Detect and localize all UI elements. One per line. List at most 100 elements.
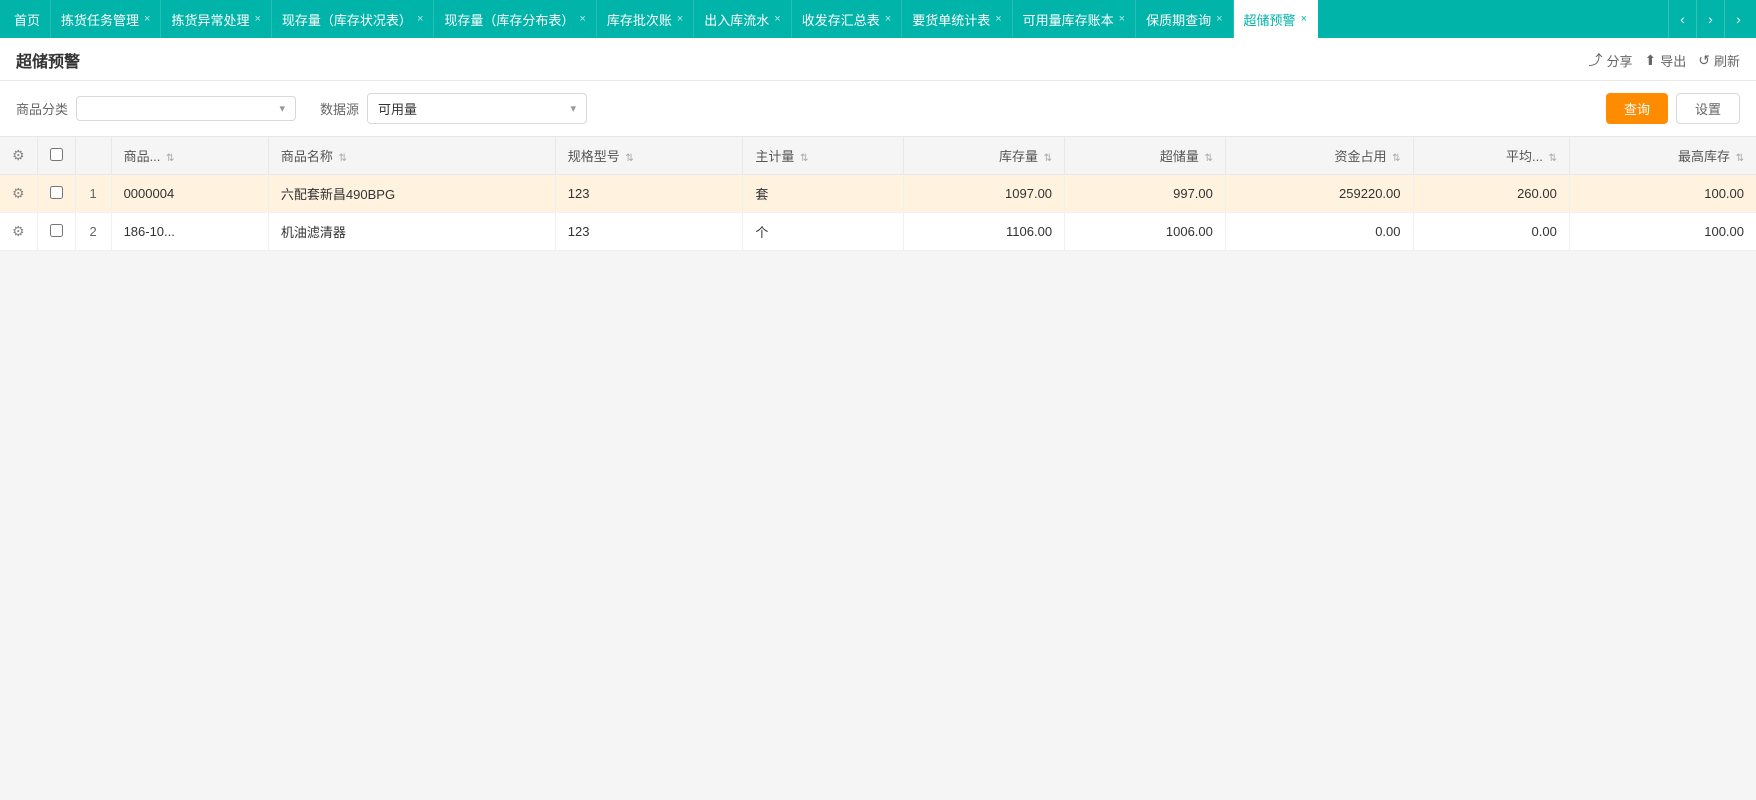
col-stock[interactable]: 库存量 ⇅ [904,137,1065,175]
export-icon: ⬆ [1645,52,1657,69]
select-all-checkbox[interactable] [50,148,63,161]
nav-tab-label: 拣货异常处理 [171,10,249,29]
nav-tab-0[interactable]: 拣货任务管理 × [51,0,161,38]
close-icon[interactable]: × [417,13,423,25]
nav-tab-label: 要货单统计表 [912,10,990,29]
chevron-down-icon: ▾ [571,102,577,115]
close-icon[interactable]: × [995,13,1001,25]
close-icon[interactable]: × [1216,13,1222,25]
row-checkbox[interactable] [50,224,63,237]
nav-tab-label: 出入库流水 [704,10,769,29]
col-name[interactable]: 商品名称 ⇅ [268,137,555,175]
share-button[interactable]: ⤴ 分享 [1588,50,1632,70]
sort-icon: ⇅ [1392,153,1400,164]
nav-tab-4[interactable]: 库存批次账× [597,0,694,38]
datasource-value: 可用量 [378,99,417,118]
table-header-row: ⚙ 商品... ⇅ 商品名称 ⇅ 规格型号 ⇅ 主计量 ⇅ [0,137,1756,175]
row-spec: 123 [555,175,743,213]
nav-tab-1[interactable]: 拣货异常处理 × [161,0,271,38]
category-select[interactable]: ▾ [76,96,296,121]
row-avg: 260.00 [1413,175,1569,213]
nav-tab-label: 保质期查询 [1146,10,1211,29]
sort-icon: ⇅ [1204,153,1212,164]
nav-tab-label: 超储预警 [1244,10,1296,29]
close-icon[interactable]: × [774,13,780,25]
query-button[interactable]: 查询 [1606,93,1668,124]
nav-menu-arrow[interactable]: › [1724,0,1752,38]
row-stock: 1106.00 [904,213,1065,251]
close-icon[interactable]: × [1119,13,1125,25]
col-spec[interactable]: 规格型号 ⇅ [555,137,743,175]
row-code: 186-10... [111,213,268,251]
sort-icon: ⇅ [339,153,347,164]
close-icon[interactable]: × [885,13,891,25]
row-spec: 123 [555,213,743,251]
nav-home[interactable]: 首页 [4,0,51,38]
nav-tab-7[interactable]: 要货单统计表 × [902,0,1012,38]
row-gear[interactable]: ⚙ [0,213,37,251]
chevron-down-icon: ▾ [279,102,285,115]
row-avg: 0.00 [1413,213,1569,251]
nav-next-arrow[interactable]: › [1696,0,1724,38]
settings-button[interactable]: 设置 [1676,93,1740,124]
col-unit[interactable]: 主计量 ⇅ [743,137,904,175]
sort-icon: ⇅ [1736,153,1744,164]
row-code: 0000004 [111,175,268,213]
nav-tab-9[interactable]: 保质期查询 × [1136,0,1233,38]
nav-tab-8[interactable]: 可用量库存账本 × [1013,0,1136,38]
category-label: 商品分类 [16,99,68,118]
gear-icon[interactable]: ⚙ [12,185,25,201]
datasource-filter-group: 数据源 可用量 ▾ [320,93,587,124]
row-name: 六配套新昌490BPG [268,175,555,213]
close-icon[interactable]: × [579,13,585,25]
row-unit: 个 [743,213,904,251]
data-table-container: ⚙ 商品... ⇅ 商品名称 ⇅ 规格型号 ⇅ 主计量 ⇅ [0,137,1756,251]
datasource-select[interactable]: 可用量 ▾ [367,93,587,124]
nav-tab-3[interactable]: 现存量（库存分布表） × [434,0,596,38]
top-navigation: 首页 拣货任务管理×拣货异常处理×现存量（库存状况表）×现存量（库存分布表）×库… [0,0,1756,38]
col-max-stock[interactable]: 最高库存 ⇅ [1569,137,1756,175]
row-unit: 套 [743,175,904,213]
header-actions: ⤴ 分享 ⬆ 导出 ↺ 刷新 [1588,50,1740,70]
nav-tab-10[interactable]: 超储预警 × [1234,0,1318,38]
close-icon[interactable]: × [144,13,150,25]
nav-tab-6[interactable]: 收发存汇总表× [792,0,902,38]
row-overflow: 997.00 [1065,175,1226,213]
nav-tab-2[interactable]: 现存量（库存状况表） × [272,0,434,38]
col-capital[interactable]: 资金占用 ⇅ [1225,137,1413,175]
nav-tab-label: 现存量（库存分布表） [444,10,574,29]
close-icon[interactable]: × [677,13,683,25]
row-overflow: 1006.00 [1065,213,1226,251]
nav-tab-label: 现存量（库存状况表） [282,10,412,29]
close-icon[interactable]: × [254,13,260,25]
gear-icon[interactable]: ⚙ [12,223,25,239]
row-capital: 259220.00 [1225,175,1413,213]
row-number: 2 [75,213,111,251]
close-icon[interactable]: × [1301,13,1307,25]
nav-prev-arrow[interactable]: ‹ [1668,0,1696,38]
data-table: ⚙ 商品... ⇅ 商品名称 ⇅ 规格型号 ⇅ 主计量 ⇅ [0,137,1756,251]
refresh-button[interactable]: ↺ 刷新 [1698,51,1740,70]
row-checkbox-cell [37,175,75,213]
row-max-stock: 100.00 [1569,213,1756,251]
col-row-num [75,137,111,175]
gear-icon[interactable]: ⚙ [12,147,25,163]
row-stock: 1097.00 [904,175,1065,213]
nav-tab-5[interactable]: 出入库流水 × [694,0,791,38]
row-checkbox-cell [37,213,75,251]
row-checkbox[interactable] [50,186,63,199]
col-overflow[interactable]: 超储量 ⇅ [1065,137,1226,175]
col-avg[interactable]: 平均... ⇅ [1413,137,1569,175]
table-row: ⚙ 1 0000004 六配套新昌490BPG 123 套 1097.00 99… [0,175,1756,213]
export-button[interactable]: ⬆ 导出 [1645,51,1687,70]
row-name: 机油滤清器 [268,213,555,251]
nav-tab-label: 拣货任务管理 [61,10,139,29]
filter-actions: 查询 设置 [1606,93,1740,124]
sort-icon: ⇅ [166,153,174,164]
col-gear: ⚙ [0,137,37,175]
row-gear[interactable]: ⚙ [0,175,37,213]
nav-arrows: ‹ › › [1668,0,1752,38]
refresh-icon: ↺ [1698,52,1710,69]
nav-tab-label: 可用量库存账本 [1023,10,1114,29]
col-code[interactable]: 商品... ⇅ [111,137,268,175]
